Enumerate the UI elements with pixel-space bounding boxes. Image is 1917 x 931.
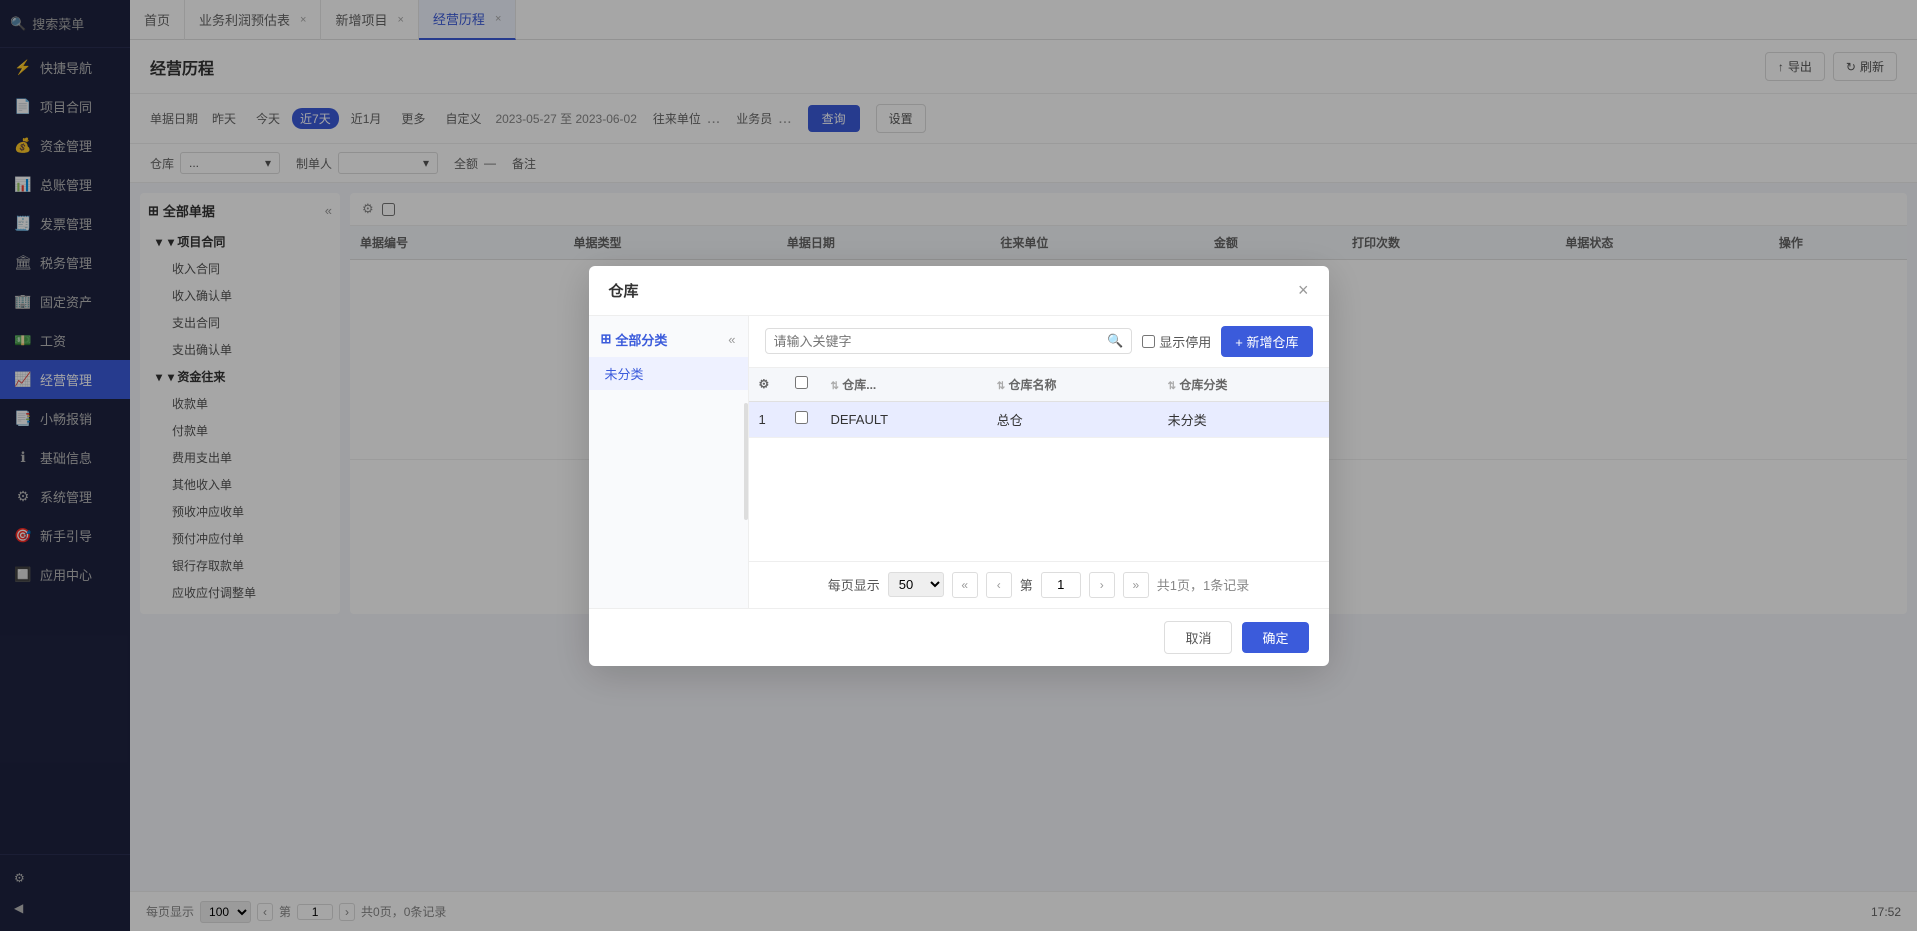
modal-left-header: ⊞ 全部分类 « — [589, 326, 748, 357]
modal-left-scrollbar[interactable] — [744, 403, 748, 520]
modal-overlay[interactable]: 仓库 × ⊞ 全部分类 « 未分类 — [0, 0, 1917, 931]
modal-per-page-select[interactable]: 50 100 — [888, 572, 944, 597]
modal-left-panel: ⊞ 全部分类 « 未分类 — [589, 316, 749, 608]
warehouse-modal: 仓库 × ⊞ 全部分类 « 未分类 — [589, 266, 1329, 666]
modal-row-checkbox — [785, 401, 821, 437]
modal-prev-page-btn[interactable]: ‹ — [986, 572, 1012, 598]
modal-show-disabled-label[interactable]: 显示停用 — [1142, 332, 1211, 351]
modal-row-select-checkbox[interactable] — [795, 411, 808, 424]
modal-search-box: 🔍 — [765, 328, 1133, 354]
modal-left-collapse-btn[interactable]: « — [728, 332, 735, 347]
modal-col-category: ⇅ 仓库分类 — [1158, 368, 1329, 402]
modal-page-input[interactable] — [1041, 572, 1081, 598]
modal-footer: 取消 确定 — [589, 608, 1329, 666]
modal-pagination: 每页显示 50 100 « ‹ 第 › » 共1页，1条记录 — [749, 561, 1329, 608]
modal-table-row[interactable]: 1 DEFAULT 总仓 未分类 — [749, 401, 1329, 437]
grid-icon2: ⊞ — [601, 331, 612, 347]
modal-total-info: 共1页，1条记录 — [1157, 575, 1249, 594]
modal-col-code: ⇅ 仓库... — [821, 368, 987, 402]
modal-col-settings[interactable]: ⚙ — [749, 368, 785, 402]
modal-body: ⊞ 全部分类 « 未分类 🔍 显示 — [589, 316, 1329, 608]
modal-confirm-button[interactable]: 确定 — [1242, 622, 1308, 653]
modal-per-page-label: 每页显示 — [828, 575, 880, 594]
modal-col-name: ⇅ 仓库名称 — [987, 368, 1158, 402]
modal-row-category: 未分类 — [1158, 401, 1329, 437]
modal-row-num: 1 — [749, 401, 785, 437]
modal-header: 仓库 × — [589, 266, 1329, 316]
modal-select-all-checkbox[interactable] — [795, 376, 808, 389]
modal-row-name: 总仓 — [987, 401, 1158, 437]
modal-col-checkbox — [785, 368, 821, 402]
sort-icon: ⇅ — [831, 381, 839, 392]
modal-show-disabled-checkbox[interactable] — [1142, 335, 1155, 348]
modal-category-uncategorized[interactable]: 未分类 — [589, 357, 748, 390]
modal-search-input[interactable] — [774, 334, 1102, 349]
modal-search-icon[interactable]: 🔍 — [1107, 333, 1123, 349]
modal-page-label: 第 — [1020, 575, 1033, 594]
modal-all-categories-label: ⊞ 全部分类 — [601, 330, 668, 349]
modal-title: 仓库 — [609, 280, 639, 301]
modal-right-panel: 🔍 显示停用 + 新增仓库 ⚙ — [749, 316, 1329, 608]
modal-last-page-btn[interactable]: » — [1123, 572, 1149, 598]
modal-next-page-btn[interactable]: › — [1089, 572, 1115, 598]
modal-table: ⚙ ⇅ 仓库... ⇅ — [749, 368, 1329, 561]
sort-icon3: ⇅ — [1168, 381, 1176, 392]
modal-add-warehouse-button[interactable]: + 新增仓库 — [1221, 326, 1312, 357]
modal-row-code: DEFAULT — [821, 401, 987, 437]
modal-cancel-button[interactable]: 取消 — [1164, 621, 1232, 654]
modal-toolbar: 🔍 显示停用 + 新增仓库 — [749, 316, 1329, 368]
modal-close-button[interactable]: × — [1298, 280, 1309, 301]
sort-icon2: ⇅ — [997, 381, 1005, 392]
modal-first-page-btn[interactable]: « — [952, 572, 978, 598]
